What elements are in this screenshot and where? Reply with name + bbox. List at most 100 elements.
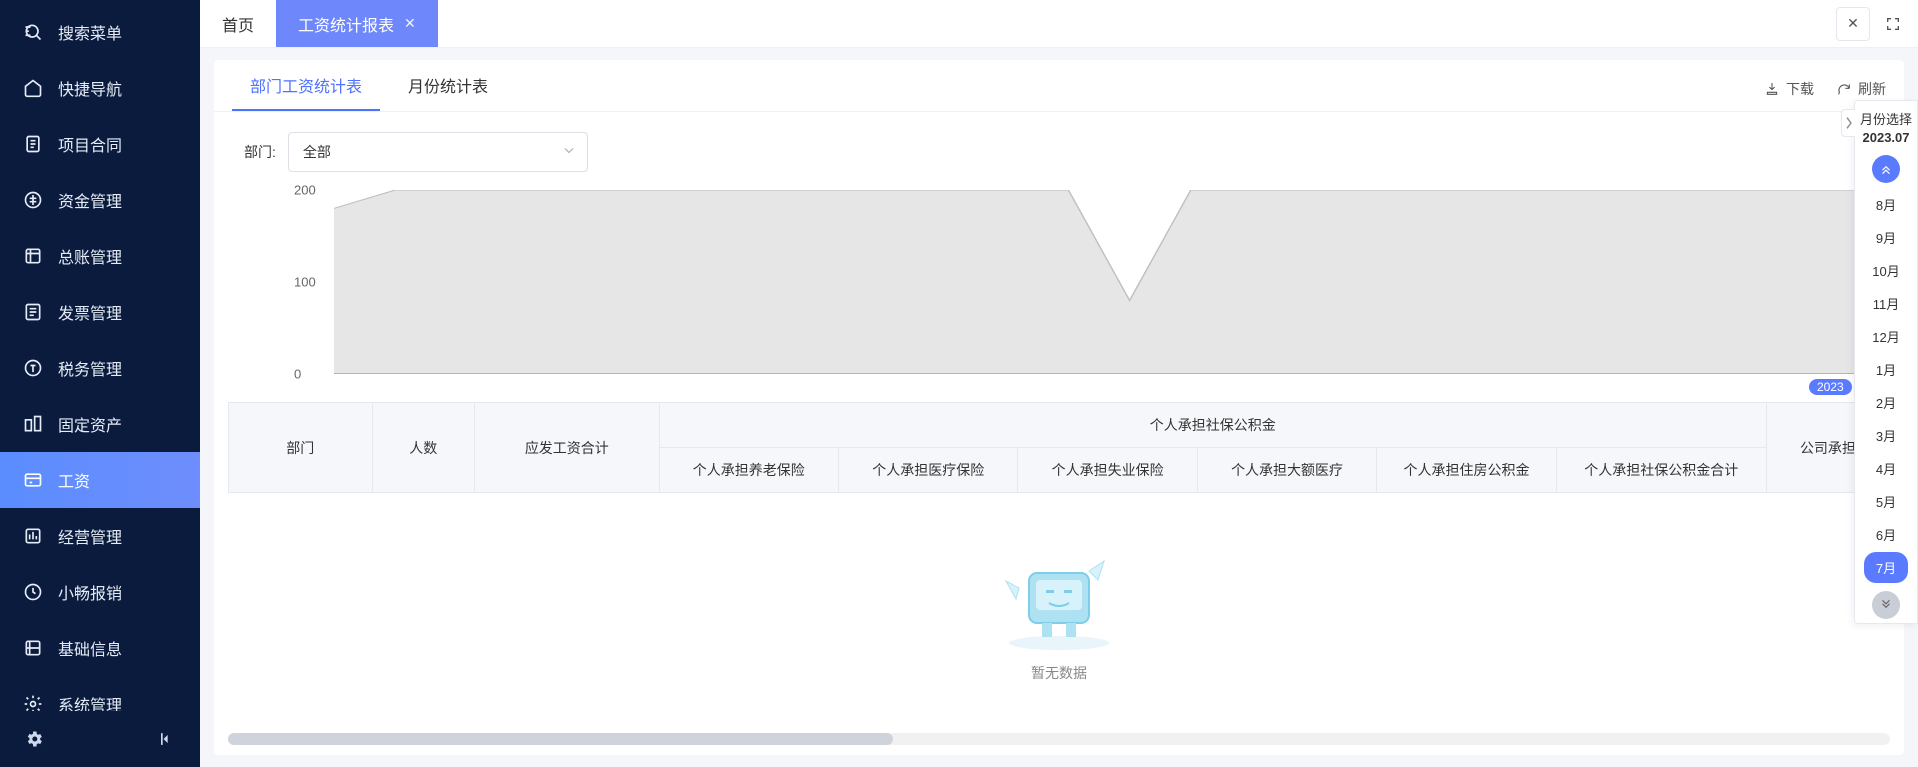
month-option[interactable]: 2月 [1864,387,1908,418]
col-dept: 部门 [229,403,373,493]
chart-ytick: 0 [294,367,301,382]
month-option[interactable]: 10月 [1864,255,1908,286]
year-badge: 2023 [1809,379,1852,395]
col-count: 人数 [372,403,475,493]
sidebar-item-label: 固定资产 [58,412,122,436]
month-option[interactable]: 12月 [1864,321,1908,352]
sidebar-item-search[interactable]: 搜索菜单 [0,4,200,60]
fullscreen-button[interactable] [1876,7,1910,41]
nav-icon [22,77,44,99]
chart: 0 100 200 [214,182,1904,392]
sidebar-menu: 搜索菜单快捷导航项目合同资金管理总账管理发票管理税务管理固定资产工资经营管理小畅… [0,0,200,711]
inner-tab-month[interactable]: 月份统计表 [390,73,506,111]
dept-select-value: 全部 [303,142,331,162]
sidebar-footer [0,711,200,767]
sidebar-item-label: 经营管理 [58,524,122,548]
month-option[interactable]: 6月 [1864,519,1908,550]
sidebar-item-invoice[interactable]: 发票管理 [0,284,200,340]
sidebar-item-label: 项目合同 [58,132,122,156]
sidebar-item-label: 快捷导航 [58,76,122,100]
sidebar-item-contract[interactable]: 项目合同 [0,116,200,172]
sidebar-item-label: 资金管理 [58,188,122,212]
chart-ytick: 100 [294,275,316,290]
asset-icon [22,413,44,435]
close-all-tabs-button[interactable]: ✕ [1836,7,1870,41]
chart-ytick: 200 [294,183,316,198]
dept-filter-label: 部门: [244,142,276,162]
refresh-label: 刷新 [1858,79,1886,99]
month-option[interactable]: 3月 [1864,420,1908,451]
col-bigmed: 个人承担大额医疗 [1197,448,1376,493]
main: 首页 工资统计报表 ✕ ✕ 部门工资统计表 月份统计表 [200,0,1918,767]
month-option[interactable]: 11月 [1864,288,1908,319]
sidebar-item-base[interactable]: 基础信息 [0,620,200,676]
inner-tab-dept-label: 部门工资统计表 [250,79,362,96]
month-panel-title: 月份选择 [1855,101,1917,130]
sidebar-item-asset[interactable]: 固定资产 [0,396,200,452]
tabs-bar: 首页 工资统计报表 ✕ ✕ [200,0,1918,48]
close-icon[interactable]: ✕ [404,15,416,32]
month-option[interactable]: 5月 [1864,486,1908,517]
panel: 部门工资统计表 月份统计表 下载 [214,60,1904,755]
empty-illustration-icon [994,533,1124,653]
base-icon [22,637,44,659]
month-option[interactable]: 9月 [1864,222,1908,253]
sidebar-item-system[interactable]: 系统管理 [0,676,200,711]
horizontal-scrollbar[interactable] [228,733,1890,745]
month-list: 8月9月10月11月12月1月2月3月4月5月6月7月 [1855,187,1917,587]
sidebar-item-label: 基础信息 [58,636,122,660]
inner-tab-dept[interactable]: 部门工资统计表 [232,73,380,111]
month-panel-collapse-icon[interactable] [1841,109,1855,137]
tab-current[interactable]: 工资统计报表 ✕ [276,0,438,47]
tab-current-label: 工资统计报表 [298,12,394,36]
sidebar-item-label: 系统管理 [58,692,122,711]
inner-tab-month-label: 月份统计表 [408,79,488,96]
collapse-sidebar-icon[interactable] [154,727,178,751]
download-button[interactable]: 下载 [1764,79,1814,99]
sidebar-item-nav[interactable]: 快捷导航 [0,60,200,116]
expense-icon [22,581,44,603]
month-selector-panel: 月份选择 2023.07 8月9月10月11月12月1月2月3月4月5月6月7月… [1854,100,1918,624]
refresh-button[interactable]: 刷新 [1836,79,1886,99]
sidebar-item-salary[interactable]: 工资 [0,452,200,508]
manage-icon [22,525,44,547]
tab-home-label: 首页 [222,12,254,36]
sidebar-item-tax[interactable]: 税务管理 [0,340,200,396]
chevron-down-icon [561,143,577,162]
report-table: 部门 人数 应发工资合计 个人承担社保公积金 公司承担 个人承担养老保险 个人承… [228,402,1890,493]
sidebar-item-expense[interactable]: 小畅报销 [0,564,200,620]
month-option[interactable]: 1月 [1864,354,1908,385]
sidebar-item-label: 税务管理 [58,356,122,380]
tab-home[interactable]: 首页 [200,0,276,47]
sidebar-item-label: 工资 [58,468,90,492]
empty-text: 暂无数据 [1031,663,1087,683]
month-option[interactable]: 4月 [1864,453,1908,484]
month-up-button[interactable] [1872,155,1900,183]
col-housing: 个人承担住房公积金 [1377,448,1556,493]
sidebar-item-fund[interactable]: 资金管理 [0,172,200,228]
system-icon [22,693,44,711]
scrollbar-thumb[interactable] [228,733,893,745]
settings-icon[interactable] [22,727,46,751]
sidebar-item-manage[interactable]: 经营管理 [0,508,200,564]
col-group-personal: 个人承担社保公积金 [659,403,1766,448]
month-panel-current: 2023.07 [1855,130,1917,151]
col-total: 应发工资合计 [475,403,660,493]
ledger-icon [22,245,44,267]
month-down-button[interactable] [1872,591,1900,619]
sidebar-item-ledger[interactable]: 总账管理 [0,228,200,284]
filter-row: 部门: 全部 [214,112,1904,182]
sidebar-item-label: 发票管理 [58,300,122,324]
salary-icon [22,469,44,491]
month-option[interactable]: 8月 [1864,189,1908,220]
sidebar: 搜索菜单快捷导航项目合同资金管理总账管理发票管理税务管理固定资产工资经营管理小畅… [0,0,200,767]
col-unemploy: 个人承担失业保险 [1018,448,1197,493]
empty-state: 暂无数据 [214,493,1904,729]
col-medical: 个人承担医疗保险 [839,448,1018,493]
dept-select[interactable]: 全部 [288,132,588,172]
sidebar-item-label: 总账管理 [58,244,122,268]
download-icon [1764,81,1780,97]
refresh-icon [1836,81,1852,97]
month-option[interactable]: 7月 [1864,552,1908,583]
sidebar-item-label: 搜索菜单 [58,20,122,44]
